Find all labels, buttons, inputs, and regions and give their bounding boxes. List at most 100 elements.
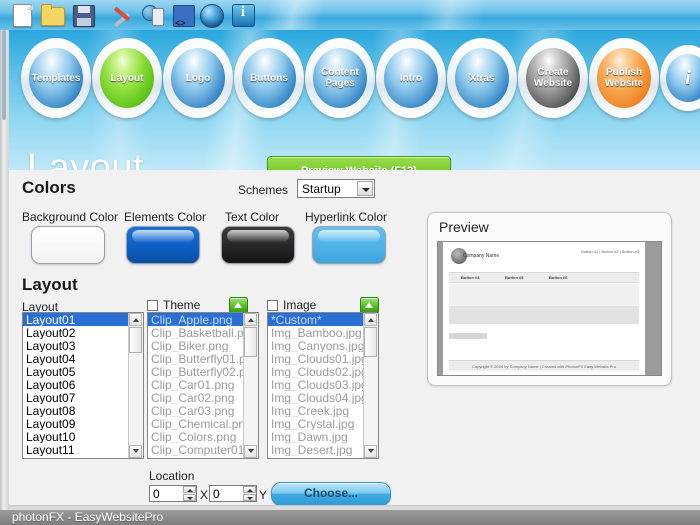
- background-color-label: Background Color: [22, 210, 119, 224]
- list-item[interactable]: Clip_Biker.png: [148, 339, 244, 352]
- preview-website-button[interactable]: Preview Website (F12): [267, 156, 451, 170]
- stepper-down-icon[interactable]: [243, 494, 256, 501]
- stepper-up-icon[interactable]: [243, 486, 256, 493]
- background-color-swatch[interactable]: [31, 226, 105, 264]
- scroll-thumb[interactable]: [129, 327, 142, 353]
- nav-item-label: Create Website: [526, 48, 580, 108]
- list-item[interactable]: Layout11: [23, 443, 129, 456]
- layout-scrollbar[interactable]: [128, 313, 143, 458]
- hyperlink-color-label: Hyperlink Color: [305, 210, 388, 224]
- list-item[interactable]: Clip_Computer01.png: [148, 443, 244, 456]
- image-list-items[interactable]: *Custom* Img_Bamboo.jpg Img_Canyons.jpg Img…: [268, 313, 364, 458]
- scroll-thumb[interactable]: [244, 327, 257, 357]
- scroll-down-icon[interactable]: [364, 445, 377, 458]
- globe-icon[interactable]: [200, 3, 224, 28]
- header-banner: Templates Layout Logo Buttons Content Pa…: [9, 30, 700, 170]
- list-item[interactable]: Img_Clouds04.jpg: [268, 391, 364, 404]
- list-item[interactable]: Img_Clouds01.jpg: [268, 352, 364, 365]
- list-item[interactable]: Img_Bamboo.jpg: [268, 326, 364, 339]
- list-item[interactable]: Clip_Colors.png: [148, 430, 244, 443]
- layout-listbox[interactable]: Layout01 Layout02 Layout03 Layout04 Layout05…: [22, 312, 144, 459]
- list-item[interactable]: Layout03: [23, 339, 129, 352]
- theme-list-items[interactable]: Clip_Apple.pngClip_Basketball.pngClip_Bi…: [148, 313, 244, 458]
- list-item[interactable]: Img_Canyons.jpg: [268, 339, 364, 352]
- list-item[interactable]: Clip_Apple.png: [148, 313, 244, 326]
- info-icon[interactable]: [231, 3, 255, 27]
- stepper-up-icon[interactable]: [183, 486, 196, 493]
- list-item[interactable]: Layout04: [23, 352, 129, 365]
- list-item[interactable]: Layout10: [23, 430, 129, 443]
- location-label: Location: [149, 469, 195, 483]
- scroll-thumb[interactable]: [364, 327, 377, 357]
- mock-footer-text: Copyright © 2009 by Company Name | Creat…: [472, 364, 616, 369]
- list-item[interactable]: Img_Dawn.jpg: [268, 430, 364, 443]
- list-item[interactable]: Img_Creek.jpg: [268, 404, 364, 417]
- nav-item-label: Content Pages: [313, 48, 367, 108]
- list-item[interactable]: Clip_Butterfly01.png: [148, 352, 244, 365]
- nav-item-label: Publish Website: [597, 48, 651, 108]
- list-item[interactable]: Layout06: [23, 378, 129, 391]
- list-item[interactable]: *Custom*: [268, 313, 364, 326]
- choose-button[interactable]: Choose...: [271, 482, 391, 506]
- nav-item-content-pages[interactable]: Content Pages: [305, 38, 375, 118]
- text-color-swatch[interactable]: [221, 226, 295, 264]
- list-item[interactable]: Img_Clouds03.jpg: [268, 378, 364, 391]
- mock-nav-button: Button #6: [549, 275, 568, 280]
- list-item[interactable]: Img_Crystal.jpg: [268, 417, 364, 430]
- list-item[interactable]: Clip_Car03.png: [148, 404, 244, 417]
- list-item[interactable]: Layout01: [23, 313, 129, 326]
- image-checkbox[interactable]: [267, 300, 278, 311]
- list-item[interactable]: Layout07: [23, 391, 129, 404]
- image-listbox[interactable]: *Custom* Img_Bamboo.jpg Img_Canyons.jpg Img…: [267, 312, 379, 459]
- nav-item-intro[interactable]: Intro: [376, 38, 446, 118]
- frame-grip: [2, 30, 6, 120]
- theme-scrollbar[interactable]: [243, 313, 258, 458]
- open-folder-icon[interactable]: [41, 3, 65, 27]
- preview-panel-title: Preview: [439, 219, 489, 235]
- list-item[interactable]: Clip_Chemical.png: [148, 417, 244, 430]
- list-item[interactable]: Layout09: [23, 417, 129, 430]
- image-scrollbar[interactable]: [363, 313, 378, 458]
- location-x-stepper[interactable]: 0: [149, 485, 197, 502]
- hyperlink-color-swatch[interactable]: [312, 226, 386, 264]
- nav-item-create-website[interactable]: Create Website: [518, 38, 588, 118]
- tools-icon[interactable]: [110, 3, 134, 27]
- schemes-value: Startup: [302, 182, 341, 196]
- nav-item-xtras[interactable]: Xtras: [447, 38, 517, 118]
- scroll-up-icon[interactable]: [244, 313, 257, 326]
- scroll-down-icon[interactable]: [244, 445, 257, 458]
- new-document-icon[interactable]: [10, 3, 34, 27]
- list-item[interactable]: Img_Desert.jpg: [268, 443, 364, 456]
- layout-list-items[interactable]: Layout01 Layout02 Layout03 Layout04 Layout05…: [23, 313, 129, 458]
- list-item[interactable]: Clip_Car01.png: [148, 378, 244, 391]
- list-item[interactable]: Clip_Basketball.png: [148, 326, 244, 339]
- schemes-dropdown[interactable]: Startup: [297, 179, 375, 198]
- html-code-icon[interactable]: [172, 3, 196, 28]
- nav-item-buttons[interactable]: Buttons: [234, 38, 304, 118]
- list-item[interactable]: Layout08: [23, 404, 129, 417]
- toolbar-icon-group-mid: [110, 0, 196, 30]
- nav-item-publish-website[interactable]: Publish Website: [589, 38, 659, 118]
- list-item[interactable]: Clip_Butterfly02.png: [148, 365, 244, 378]
- theme-checkbox[interactable]: [147, 300, 158, 311]
- location-y-stepper[interactable]: 0: [209, 485, 257, 502]
- stepper-down-icon[interactable]: [183, 494, 196, 501]
- nav-item-templates[interactable]: Templates: [21, 38, 91, 118]
- save-disk-icon[interactable]: [72, 3, 96, 27]
- theme-listbox[interactable]: Clip_Apple.pngClip_Basketball.pngClip_Bi…: [147, 312, 259, 459]
- elements-color-swatch[interactable]: [126, 226, 200, 264]
- chevron-down-icon[interactable]: [357, 181, 373, 196]
- scroll-up-icon[interactable]: [129, 313, 142, 326]
- nav-item-logo[interactable]: Logo: [163, 38, 233, 118]
- list-item[interactable]: Clip_Car02.png: [148, 391, 244, 404]
- nav-item-info[interactable]: i: [660, 45, 700, 111]
- list-item[interactable]: Layout02: [23, 326, 129, 339]
- mock-footer: Copyright © 2009 by Company Name | Creat…: [449, 360, 639, 371]
- list-item[interactable]: Layout05: [23, 365, 129, 378]
- scroll-down-icon[interactable]: [129, 445, 142, 458]
- nav-item-layout[interactable]: Layout: [92, 38, 162, 118]
- preview-stage[interactable]: Company Name Button #1 | Button #2 | But…: [437, 241, 662, 376]
- list-item[interactable]: Img_Clouds02.jpg: [268, 365, 364, 378]
- server-globe-icon[interactable]: [141, 3, 165, 27]
- scroll-up-icon[interactable]: [364, 313, 377, 326]
